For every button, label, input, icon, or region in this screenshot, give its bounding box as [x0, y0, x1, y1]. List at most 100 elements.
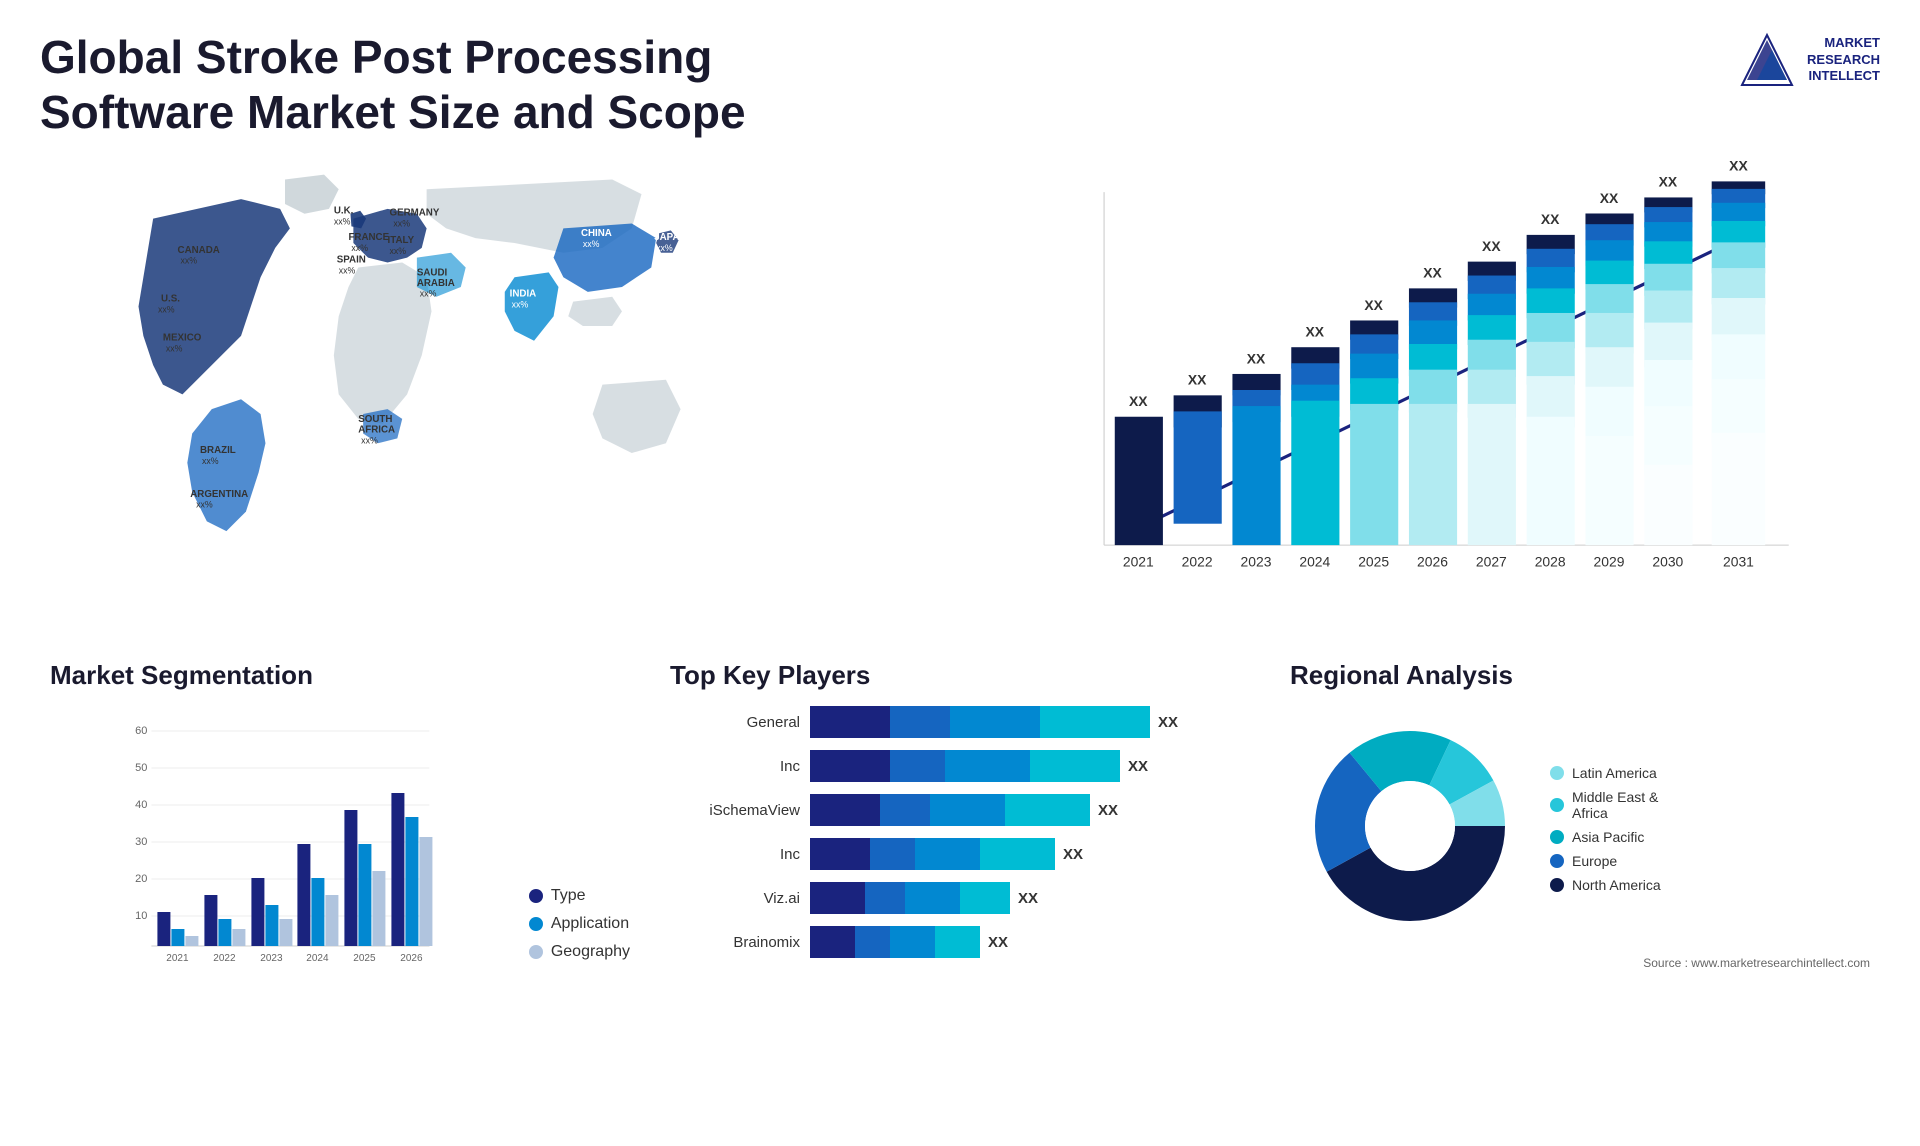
player-value-inc1: XX — [1128, 758, 1148, 775]
player-name-general: General — [670, 714, 800, 731]
svg-text:2023: 2023 — [1241, 554, 1272, 570]
svg-text:ARABIA: ARABIA — [417, 278, 455, 289]
svg-text:AFRICA: AFRICA — [358, 425, 395, 436]
svg-text:xx%: xx% — [390, 246, 407, 256]
player-row-vizai: Viz.ai XX — [670, 882, 1250, 914]
regional-dot-apac — [1550, 830, 1564, 844]
legend-type: Type — [529, 887, 630, 905]
seg-chart-svg: 60 50 40 30 20 10 — [50, 706, 509, 986]
player-bar-brainomix: XX — [810, 926, 1250, 958]
svg-text:xx%: xx% — [334, 217, 351, 227]
legend-label-geography: Geography — [551, 943, 630, 961]
page-wrapper: Global Stroke Post Processing Software M… — [0, 0, 1920, 1146]
svg-text:CANADA: CANADA — [178, 245, 220, 256]
svg-text:2030: 2030 — [1652, 554, 1683, 570]
svg-text:2025: 2025 — [353, 953, 376, 964]
donut-svg — [1290, 706, 1530, 946]
regional-dot-latam — [1550, 766, 1564, 780]
players-list: General XX Inc — [670, 706, 1250, 958]
legend-geography: Geography — [529, 943, 630, 961]
svg-text:2029: 2029 — [1594, 554, 1625, 570]
svg-text:xx%: xx% — [339, 266, 356, 276]
svg-text:2022: 2022 — [1182, 554, 1213, 570]
player-row-general: General XX — [670, 706, 1250, 738]
donut-center — [1365, 781, 1455, 871]
regional-item-latam: Latin America — [1550, 765, 1661, 781]
svg-text:XX: XX — [1541, 212, 1560, 228]
svg-text:30: 30 — [135, 836, 147, 848]
svg-text:U.S.: U.S. — [161, 294, 180, 305]
svg-text:xx%: xx% — [656, 243, 673, 253]
donut-chart — [1290, 706, 1530, 951]
regional-title: Regional Analysis — [1290, 660, 1870, 691]
legend-label-type: Type — [551, 887, 586, 905]
svg-text:JAPAN: JAPAN — [654, 232, 686, 243]
svg-text:BRAZIL: BRAZIL — [200, 445, 236, 456]
player-row-ischema: iSchemaView XX — [670, 794, 1250, 826]
bar-chart-section: XX 2021 XX 2022 XX 2023 XX 2024 — [970, 160, 1880, 620]
svg-text:XX: XX — [1482, 238, 1501, 254]
svg-text:2031: 2031 — [1723, 554, 1754, 570]
svg-text:XX: XX — [1423, 265, 1442, 281]
map-container: CANADA xx% U.S. xx% MEXICO xx% BRAZIL xx… — [40, 160, 950, 580]
main-content: CANADA xx% U.S. xx% MEXICO xx% BRAZIL xx… — [40, 160, 1880, 640]
regional-legend: Latin America Middle East & Africa Asia … — [1550, 765, 1661, 893]
svg-text:2021: 2021 — [166, 953, 189, 964]
svg-text:XX: XX — [1188, 372, 1207, 388]
svg-text:2027: 2027 — [1476, 554, 1507, 570]
svg-text:2022: 2022 — [213, 953, 236, 964]
world-map-svg: CANADA xx% U.S. xx% MEXICO xx% BRAZIL xx… — [40, 160, 950, 580]
players-section: Top Key Players General XX — [660, 650, 1260, 1001]
svg-text:xx%: xx% — [393, 219, 410, 229]
svg-text:2026: 2026 — [400, 953, 423, 964]
svg-text:xx%: xx% — [361, 436, 378, 446]
regional-label-na: North America — [1572, 877, 1661, 893]
player-bar-general: XX — [810, 706, 1250, 738]
svg-text:SAUDI: SAUDI — [417, 268, 448, 279]
regional-dot-europe — [1550, 854, 1564, 868]
legend-dot-geography — [529, 945, 543, 959]
regional-label-europe: Europe — [1572, 853, 1617, 869]
svg-text:xx%: xx% — [202, 456, 219, 466]
svg-text:GERMANY: GERMANY — [390, 208, 440, 219]
regional-item-na: North America — [1550, 877, 1661, 893]
bar-chart-svg: XX 2021 XX 2022 XX 2023 XX 2024 — [970, 160, 1880, 620]
svg-text:XX: XX — [1659, 174, 1678, 190]
player-value-general: XX — [1158, 714, 1178, 731]
header: Global Stroke Post Processing Software M… — [40, 30, 1880, 140]
player-name-vizai: Viz.ai — [670, 890, 800, 907]
player-value-ischema: XX — [1098, 802, 1118, 819]
regional-section: Regional Analysis — [1280, 650, 1880, 1001]
legend-application: Application — [529, 915, 630, 933]
svg-text:xx%: xx% — [158, 305, 175, 315]
segmentation-section: Market Segmentation 60 50 40 30 20 10 — [40, 650, 640, 1001]
svg-text:XX: XX — [1600, 190, 1619, 206]
svg-text:ARGENTINA: ARGENTINA — [190, 489, 248, 500]
player-bar-inc2: XX — [810, 838, 1250, 870]
player-value-brainomix: XX — [988, 934, 1008, 951]
svg-text:CHINA: CHINA — [581, 229, 612, 240]
regional-label-latam: Latin America — [1572, 765, 1657, 781]
svg-text:2021: 2021 — [1123, 554, 1154, 570]
svg-text:XX: XX — [1364, 297, 1383, 313]
legend-dot-type — [529, 889, 543, 903]
svg-text:xx%: xx% — [512, 300, 529, 310]
legend-dot-application — [529, 917, 543, 931]
svg-text:50: 50 — [135, 762, 147, 774]
source-text: Source : www.marketresearchintellect.com — [1290, 956, 1870, 970]
svg-text:XX: XX — [1729, 160, 1748, 174]
player-bar-ischema: XX — [810, 794, 1250, 826]
logo-icon — [1737, 30, 1797, 90]
svg-text:20: 20 — [135, 873, 147, 885]
seg-chart-container: 60 50 40 30 20 10 — [50, 706, 630, 991]
player-bar-vizai: XX — [810, 882, 1250, 914]
svg-text:XX: XX — [1247, 351, 1266, 367]
regional-item-europe: Europe — [1550, 853, 1661, 869]
svg-text:MEXICO: MEXICO — [163, 333, 202, 344]
player-value-vizai: XX — [1018, 890, 1038, 907]
svg-text:FRANCE: FRANCE — [348, 232, 389, 243]
svg-text:2025: 2025 — [1358, 554, 1389, 570]
svg-text:INDIA: INDIA — [510, 289, 537, 300]
seg-chart: 60 50 40 30 20 10 — [50, 706, 509, 991]
svg-text:U.K.: U.K. — [334, 206, 354, 217]
